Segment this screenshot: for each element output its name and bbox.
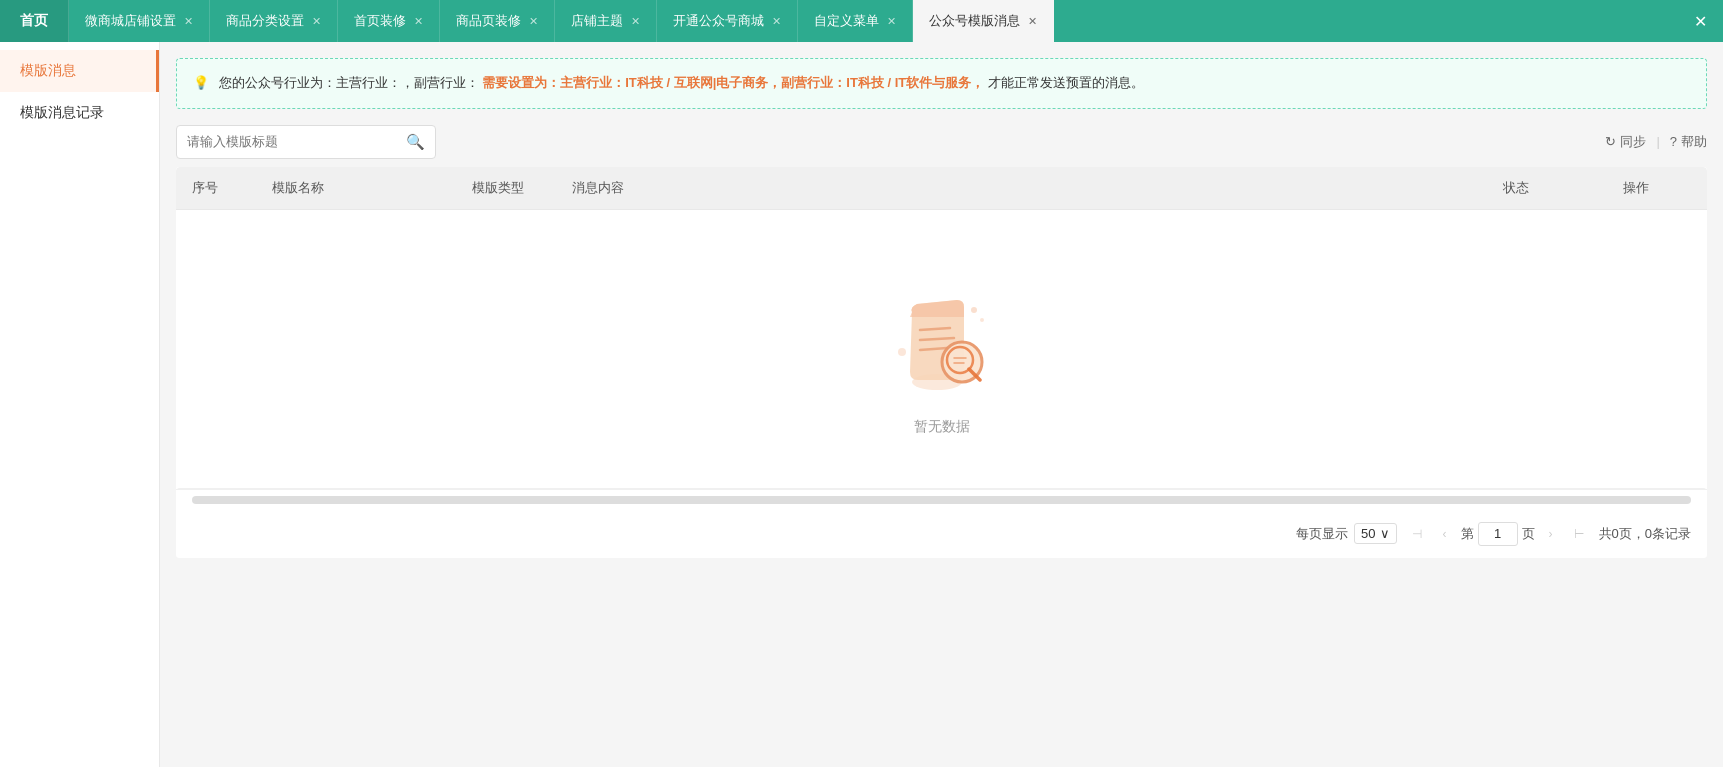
total-info: 共0页，0条记录 (1599, 525, 1691, 543)
pagination: 每页显示 50 ∨ ⊣ ‹ 第 页 › ⊢ 共0页，0条记录 (176, 510, 1707, 558)
col-content: 消息内容 (556, 167, 1487, 210)
empty-illustration (882, 282, 1002, 402)
nav-tab-product-decor[interactable]: 商品页装修 ✕ (440, 0, 555, 42)
page-nav: ⊣ ‹ 第 页 › ⊢ (1405, 522, 1591, 546)
nav-tab-home[interactable]: 首页 (0, 0, 69, 42)
search-icon[interactable]: 🔍 (406, 133, 425, 151)
product-decor-label: 商品页装修 (456, 12, 521, 30)
empty-row: 暂无数据 (176, 209, 1707, 488)
search-input[interactable] (187, 134, 406, 149)
notice-highlight: 需要设置为：主营行业：IT科技 / 互联网|电子商务，副营行业：IT科技 / I… (482, 75, 984, 90)
nav-tab-template-msg[interactable]: 公众号模版消息 ✕ (913, 0, 1054, 42)
empty-state: 暂无数据 (192, 222, 1691, 476)
page-size-value: 50 (1361, 526, 1375, 541)
bulb-icon: 💡 (193, 75, 209, 90)
page-word: 第 (1461, 525, 1474, 543)
toolbar-right: ↻ 同步 | ? 帮助 (1605, 133, 1707, 151)
table-header-row: 序号 模版名称 模版类型 消息内容 状态 操作 (176, 167, 1707, 210)
help-icon: ? (1670, 134, 1677, 149)
col-action: 操作 (1607, 167, 1707, 210)
empty-cell: 暂无数据 (176, 209, 1707, 488)
svg-point-10 (980, 318, 984, 322)
page-number-input[interactable] (1478, 522, 1518, 546)
page-size-chevron-icon: ∨ (1380, 526, 1390, 541)
page-layout: 模版消息 模版消息记录 💡 您的公众号行业为：主营行业：，副营行业： 需要设置为… (0, 42, 1723, 767)
svg-point-11 (898, 348, 906, 356)
close-custom-menu-icon[interactable]: ✕ (887, 15, 896, 28)
product-category-label: 商品分类设置 (226, 12, 304, 30)
sync-button[interactable]: ↻ 同步 (1605, 133, 1646, 151)
search-wrap: 🔍 (176, 125, 436, 159)
nav-tab-home-decor[interactable]: 首页装修 ✕ (338, 0, 440, 42)
notice-box: 💡 您的公众号行业为：主营行业：，副营行业： 需要设置为：主营行业：IT科技 /… (176, 58, 1707, 109)
nav-tab-custom-menu[interactable]: 自定义菜单 ✕ (798, 0, 913, 42)
close-open-mall-icon[interactable]: ✕ (772, 15, 781, 28)
toolbar-divider: | (1656, 134, 1659, 149)
help-label: 帮助 (1681, 133, 1707, 151)
close-shop-theme-icon[interactable]: ✕ (631, 15, 640, 28)
shop-settings-label: 微商城店铺设置 (85, 12, 176, 30)
main-content: 💡 您的公众号行业为：主营行业：，副营行业： 需要设置为：主营行业：IT科技 /… (160, 42, 1723, 767)
table-container: 序号 模版名称 模版类型 消息内容 状态 操作 (176, 167, 1707, 558)
home-decor-label: 首页装修 (354, 12, 406, 30)
nav-tab-shop-settings[interactable]: 微商城店铺设置 ✕ (69, 0, 210, 42)
col-status: 状态 (1487, 167, 1607, 210)
close-shop-settings-icon[interactable]: ✕ (184, 15, 193, 28)
page-size-select[interactable]: 50 ∨ (1354, 523, 1396, 544)
per-page-label: 每页显示 (1296, 525, 1348, 543)
nav-tab-open-mall[interactable]: 开通公众号商城 ✕ (657, 0, 798, 42)
scroll-bar-wrap (176, 489, 1707, 510)
col-index: 序号 (176, 167, 256, 210)
data-table: 序号 模版名称 模版类型 消息内容 状态 操作 (176, 167, 1707, 489)
sync-label: 同步 (1620, 133, 1646, 151)
close-all-button[interactable]: ✕ (1678, 12, 1723, 31)
top-nav: 首页 微商城店铺设置 ✕ 商品分类设置 ✕ 首页装修 ✕ 商品页装修 ✕ 店铺主… (0, 0, 1723, 42)
open-mall-label: 开通公众号商城 (673, 12, 764, 30)
sidebar-item-template-msg-record[interactable]: 模版消息记录 (0, 92, 159, 134)
notice-suffix: 才能正常发送预置的消息。 (988, 75, 1144, 90)
fake-scrollbar[interactable] (192, 496, 1691, 504)
sidebar-template-msg-label: 模版消息 (20, 62, 76, 78)
page-size-wrap: 每页显示 50 ∨ (1296, 523, 1396, 544)
close-template-msg-icon[interactable]: ✕ (1028, 15, 1037, 28)
help-button[interactable]: ? 帮助 (1670, 133, 1707, 151)
col-name: 模版名称 (256, 167, 456, 210)
close-home-decor-icon[interactable]: ✕ (414, 15, 423, 28)
page-label: 页 (1522, 525, 1535, 543)
col-type: 模版类型 (456, 167, 556, 210)
empty-text: 暂无数据 (914, 418, 970, 436)
first-page-button[interactable]: ⊣ (1405, 522, 1429, 546)
home-tab-label: 首页 (20, 12, 48, 30)
custom-menu-label: 自定义菜单 (814, 12, 879, 30)
template-msg-label: 公众号模版消息 (929, 12, 1020, 30)
last-page-button[interactable]: ⊢ (1567, 522, 1591, 546)
sync-icon: ↻ (1605, 134, 1616, 149)
svg-point-9 (971, 307, 977, 313)
nav-tab-product-category[interactable]: 商品分类设置 ✕ (210, 0, 338, 42)
next-page-button[interactable]: › (1539, 522, 1563, 546)
prev-page-button[interactable]: ‹ (1433, 522, 1457, 546)
notice-prefix: 您的公众号行业为：主营行业：，副营行业： (219, 75, 479, 90)
close-product-decor-icon[interactable]: ✕ (529, 15, 538, 28)
nav-tab-shop-theme[interactable]: 店铺主题 ✕ (555, 0, 657, 42)
sidebar-item-template-msg[interactable]: 模版消息 (0, 50, 159, 92)
close-product-category-icon[interactable]: ✕ (312, 15, 321, 28)
toolbar: 🔍 ↻ 同步 | ? 帮助 (176, 125, 1707, 159)
shop-theme-label: 店铺主题 (571, 12, 623, 30)
sidebar: 模版消息 模版消息记录 (0, 42, 160, 767)
sidebar-template-msg-record-label: 模版消息记录 (20, 104, 104, 120)
